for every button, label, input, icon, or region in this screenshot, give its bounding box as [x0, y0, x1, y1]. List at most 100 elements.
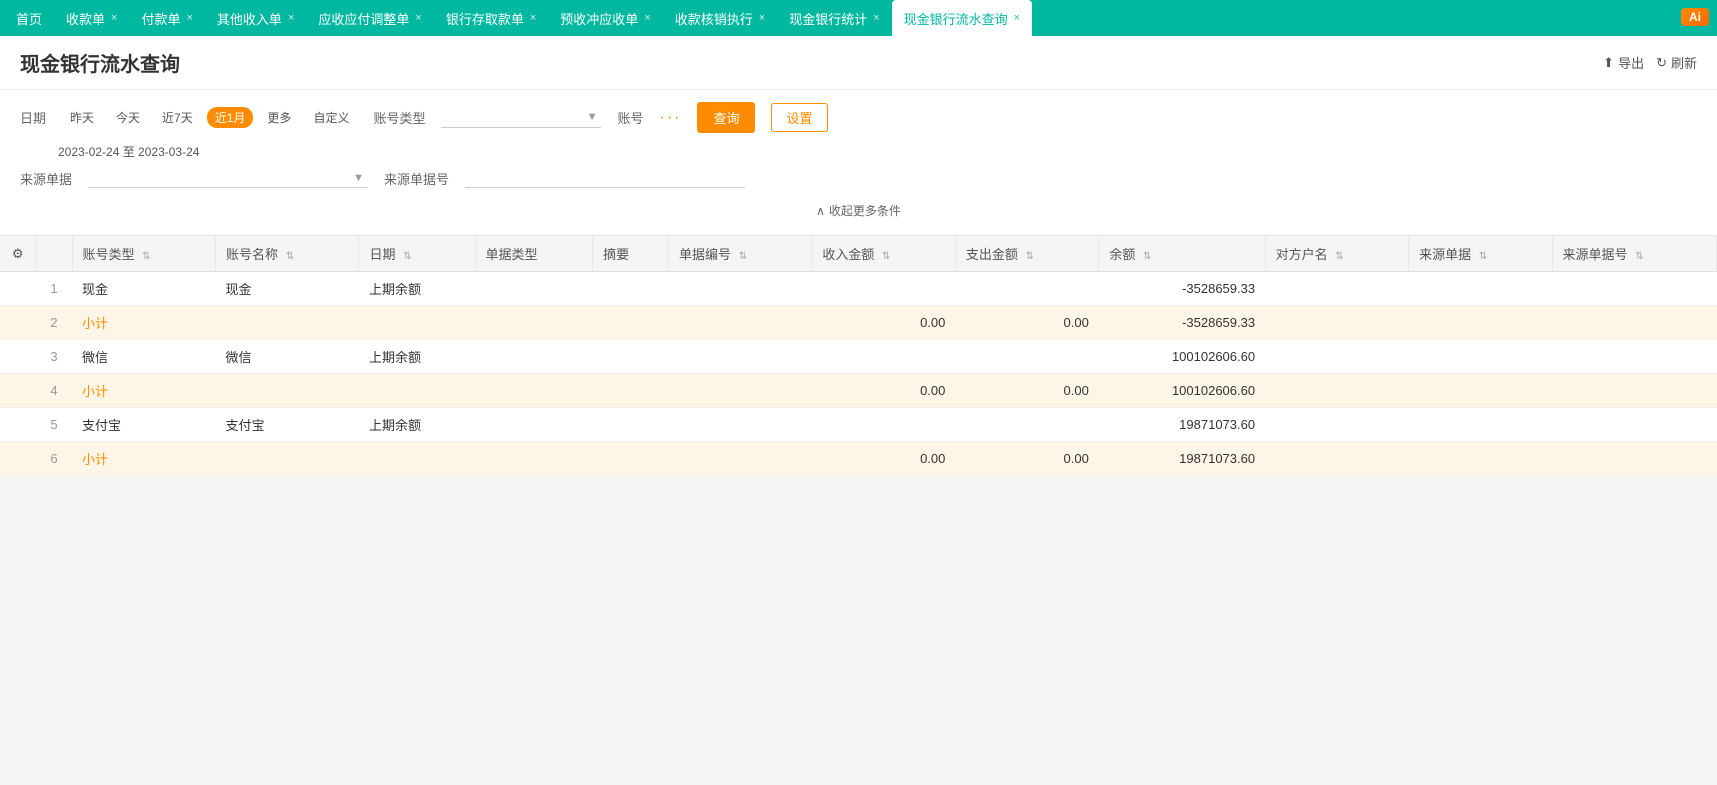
cell-account-name: 支付宝 [215, 408, 358, 442]
cell-income: 0.00 [812, 306, 955, 340]
data-table: ⚙ 账号类型 ⇅ 账号名称 ⇅ 日期 ⇅ 单据类型 摘要 单据编号 ⇅ 收入金额… [0, 236, 1717, 476]
nav-tab-bank-deposit-label: 银行存取款单 [446, 9, 524, 28]
col-income[interactable]: 收入金额 ⇅ [812, 236, 955, 272]
cell-doc-type [475, 408, 593, 442]
date-btn-custom[interactable]: 自定义 [305, 107, 357, 128]
cell-settings [0, 272, 36, 306]
cell-expense [955, 408, 1098, 442]
close-other-income-icon[interactable]: × [288, 12, 294, 24]
account-type-filter-label: 账号类型 [373, 108, 425, 127]
cell-date: 上期余额 [359, 340, 475, 374]
nav-tab-payment-label: 付款单 [141, 9, 180, 28]
cell-row-num: 6 [36, 442, 72, 476]
cell-source-doc [1409, 272, 1552, 306]
cell-settings [0, 374, 36, 408]
close-bank-deposit-icon[interactable]: × [530, 12, 536, 24]
source-doc-select[interactable]: ▼ [88, 168, 368, 188]
close-advance-offset-icon[interactable]: × [644, 12, 650, 24]
export-button[interactable]: ⬆ 导出 [1603, 53, 1644, 72]
cell-income [812, 408, 955, 442]
date-btn-today[interactable]: 今天 [108, 107, 148, 128]
close-payment-icon[interactable]: × [186, 12, 192, 24]
nav-tab-advance-offset[interactable]: 预收冲应收单 × [548, 0, 662, 36]
cell-doc-num [668, 408, 811, 442]
col-account-type[interactable]: 账号类型 ⇅ [72, 236, 215, 272]
nav-tab-receipt[interactable]: 收款单 × [54, 0, 129, 36]
cell-summary [593, 442, 669, 476]
account-dots-button[interactable]: ··· [659, 109, 681, 127]
nav-tab-receipt-label: 收款单 [66, 9, 105, 28]
col-balance[interactable]: 余额 ⇅ [1099, 236, 1265, 272]
date-btn-1month[interactable]: 近1月 [207, 107, 254, 128]
col-account-name[interactable]: 账号名称 ⇅ [215, 236, 358, 272]
date-btn-yesterday[interactable]: 昨天 [62, 107, 102, 128]
nav-tab-payment[interactable]: 付款单 × [129, 0, 204, 36]
nav-tab-home[interactable]: 首页 [4, 0, 54, 36]
settings-button[interactable]: 设置 [771, 103, 827, 132]
col-source-doc-num[interactable]: 来源单据号 ⇅ [1552, 236, 1716, 272]
page-title: 现金银行流水查询 [20, 48, 180, 77]
cell-expense [955, 340, 1098, 374]
nav-tab-ar-ap-adjust[interactable]: 应收应付调整单 × [306, 0, 433, 36]
filter-area: 日期 昨天 今天 近7天 近1月 更多 自定义 账号类型 ▼ 账号 ··· 查询… [0, 90, 1717, 236]
nav-tab-cash-bank-stat-label: 现金银行统计 [789, 9, 867, 28]
export-icon: ⬆ [1603, 55, 1614, 71]
export-label: 导出 [1618, 53, 1644, 72]
cell-account-type: 小计 [72, 442, 215, 476]
nav-tab-cash-bank-stat[interactable]: 现金银行统计 × [777, 0, 891, 36]
filter-row-1: 日期 昨天 今天 近7天 近1月 更多 自定义 账号类型 ▼ 账号 ··· 查询… [20, 102, 1697, 133]
refresh-button[interactable]: ↻ 刷新 [1656, 53, 1697, 72]
nav-tab-other-income[interactable]: 其他收入单 × [205, 0, 306, 36]
cell-source-doc-num [1552, 340, 1716, 374]
account-filter-label: 账号 [617, 108, 643, 127]
cell-account-name [215, 442, 358, 476]
collapse-bar[interactable]: ∧ 收起更多条件 [20, 198, 1697, 223]
header-actions: ⬆ 导出 ↻ 刷新 Ai [1603, 53, 1697, 72]
close-cash-bank-flow-icon[interactable]: × [1014, 12, 1020, 24]
col-date[interactable]: 日期 ⇅ [359, 236, 475, 272]
col-source-doc[interactable]: 来源单据 ⇅ [1409, 236, 1552, 272]
table-header: ⚙ 账号类型 ⇅ 账号名称 ⇅ 日期 ⇅ 单据类型 摘要 单据编号 ⇅ 收入金额… [0, 236, 1717, 272]
date-range-text: 2023-02-24 至 2023-03-24 [58, 145, 199, 159]
cell-source-doc [1409, 442, 1552, 476]
query-button[interactable]: 查询 [697, 102, 755, 133]
cell-account-name: 微信 [215, 340, 358, 374]
refresh-label: 刷新 [1671, 53, 1697, 72]
close-ar-ap-adjust-icon[interactable]: × [415, 12, 421, 24]
date-btn-7days[interactable]: 近7天 [154, 107, 201, 128]
filter-row-2: 来源单据 ▼ 来源单据号 [20, 168, 1697, 188]
col-settings[interactable]: ⚙ [0, 236, 36, 272]
nav-tab-bank-deposit[interactable]: 银行存取款单 × [434, 0, 548, 36]
table-body: 1现金现金上期余额-3528659.332小计0.000.00-3528659.… [0, 272, 1717, 476]
cell-date: 上期余额 [359, 408, 475, 442]
cell-summary [593, 408, 669, 442]
col-row-num [36, 236, 72, 272]
cell-summary [593, 340, 669, 374]
refresh-icon: ↻ [1656, 55, 1667, 71]
cell-row-num: 1 [36, 272, 72, 306]
nav-tab-ar-ap-adjust-label: 应收应付调整单 [318, 9, 409, 28]
close-collection-verify-icon[interactable]: × [759, 12, 765, 24]
table-container: ⚙ 账号类型 ⇅ 账号名称 ⇅ 日期 ⇅ 单据类型 摘要 单据编号 ⇅ 收入金额… [0, 236, 1717, 476]
nav-tab-collection-verify-label: 收款核销执行 [675, 9, 753, 28]
nav-tab-collection-verify[interactable]: 收款核销执行 × [663, 0, 777, 36]
date-btn-more[interactable]: 更多 [259, 107, 299, 128]
close-receipt-icon[interactable]: × [111, 12, 117, 24]
col-doc-num[interactable]: 单据编号 ⇅ [668, 236, 811, 272]
account-type-select[interactable]: ▼ [441, 108, 601, 128]
cell-doc-type [475, 374, 593, 408]
cell-income [812, 272, 955, 306]
nav-tab-cash-bank-flow[interactable]: 现金银行流水查询 × [892, 0, 1032, 36]
cell-date: 上期余额 [359, 272, 475, 306]
cell-counterpart [1265, 442, 1408, 476]
cell-balance: -3528659.33 [1099, 272, 1265, 306]
close-cash-bank-stat-icon[interactable]: × [873, 12, 879, 24]
cell-source-doc [1409, 340, 1552, 374]
cell-income: 0.00 [812, 442, 955, 476]
col-expense[interactable]: 支出金额 ⇅ [955, 236, 1098, 272]
source-doc-num-input[interactable] [465, 168, 745, 188]
ai-badge[interactable]: Ai [1681, 8, 1709, 26]
col-counterpart[interactable]: 对方户名 ⇅ [1265, 236, 1408, 272]
cell-account-name [215, 306, 358, 340]
table-row: 2小计0.000.00-3528659.33 [0, 306, 1717, 340]
